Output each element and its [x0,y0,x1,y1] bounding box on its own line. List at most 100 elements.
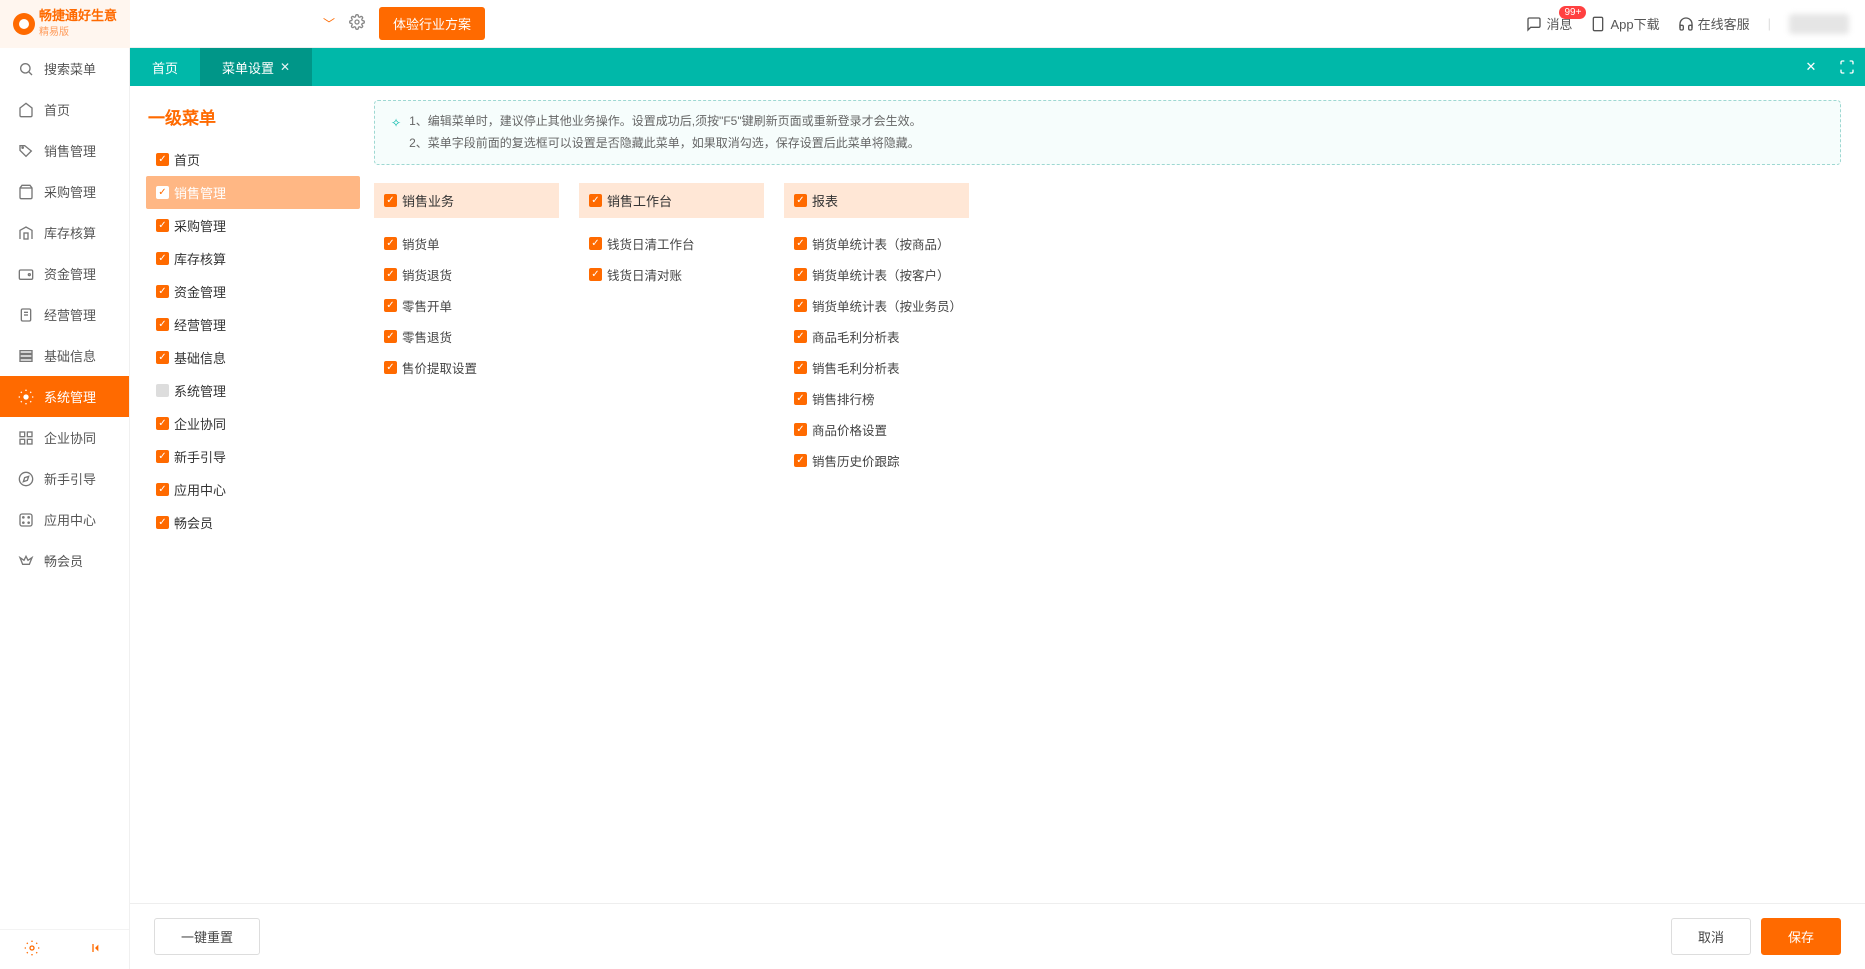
sidebar-item-9[interactable]: 企业协同 [0,417,129,458]
checkbox[interactable] [794,268,807,281]
tab-0[interactable]: 首页 [130,48,200,86]
checkbox[interactable] [156,351,169,364]
sidebar-item-2[interactable]: 销售管理 [0,130,129,171]
level1-item-label: 库存核算 [174,249,226,268]
menu-item-2-4[interactable]: 销售毛利分析表 [794,352,959,383]
save-button[interactable]: 保存 [1761,918,1841,955]
menu-item-0-4[interactable]: 售价提取设置 [384,352,549,383]
menu-item-label: 销售历史价跟踪 [812,451,900,470]
menu-item-2-2[interactable]: 销货单统计表（按业务员） [794,290,959,321]
sidebar-item-label: 经营管理 [44,305,96,324]
checkbox[interactable] [794,330,807,343]
sidebar-item-12[interactable]: 畅会员 [0,540,129,581]
sidebar-item-11[interactable]: 应用中心 [0,499,129,540]
menu-item-2-6[interactable]: 商品价格设置 [794,414,959,445]
brand-logo[interactable]: 畅捷通好生意 精易版 [0,0,130,48]
checkbox[interactable] [156,252,169,265]
group-title: 销售工作台 [607,191,672,210]
level1-item-9[interactable]: 新手引导 [146,440,360,473]
checkbox[interactable] [384,194,397,207]
sidebar-item-7[interactable]: 基础信息 [0,335,129,376]
menu-item-1-0[interactable]: 钱货日清工作台 [589,228,754,259]
chevron-down-icon[interactable]: ﹀ [323,15,335,32]
checkbox[interactable] [794,361,807,374]
company-selector[interactable] [144,14,183,33]
level1-item-7[interactable]: 系统管理 [146,374,360,407]
checkbox[interactable] [156,417,169,430]
checkbox[interactable] [794,194,807,207]
menu-item-2-0[interactable]: 销货单统计表（按商品） [794,228,959,259]
checkbox[interactable] [384,330,397,343]
checkbox[interactable] [156,483,169,496]
menu-item-0-3[interactable]: 零售退货 [384,321,549,352]
industry-plan-button[interactable]: 体验行业方案 [379,7,485,40]
checkbox[interactable] [156,186,169,199]
sidebar-item-1[interactable]: 首页 [0,89,129,130]
level1-item-11[interactable]: 畅会员 [146,506,360,539]
checkbox[interactable] [384,237,397,250]
checkbox[interactable] [794,299,807,312]
menu-item-2-5[interactable]: 销售排行榜 [794,383,959,414]
checkbox[interactable] [794,392,807,405]
tab-1[interactable]: 菜单设置✕ [200,48,312,86]
menu-item-0-1[interactable]: 销货退货 [384,259,549,290]
level1-item-2[interactable]: 采购管理 [146,209,360,242]
level1-item-6[interactable]: 基础信息 [146,341,360,374]
left-sidebar: 搜索菜单首页销售管理采购管理库存核算资金管理经营管理基础信息系统管理企业协同新手… [0,48,130,969]
sidebar-item-6[interactable]: 经营管理 [0,294,129,335]
sidebar-item-3[interactable]: 采购管理 [0,171,129,212]
sidebar-item-10[interactable]: 新手引导 [0,458,129,499]
level1-item-8[interactable]: 企业协同 [146,407,360,440]
checkbox[interactable] [156,219,169,232]
checkbox[interactable] [384,361,397,374]
level1-item-10[interactable]: 应用中心 [146,473,360,506]
fullscreen-icon[interactable] [1829,48,1865,86]
messages-button[interactable]: 消息 99+ [1526,14,1572,33]
checkbox[interactable] [156,285,169,298]
checkbox[interactable] [156,450,169,463]
cancel-button[interactable]: 取消 [1671,918,1751,955]
checkbox[interactable] [794,454,807,467]
level1-item-1[interactable]: 销售管理 [146,176,360,209]
settings-gear-icon[interactable] [349,14,365,33]
group-header[interactable]: 销售业务 [374,183,559,218]
user-avatar[interactable] [1789,14,1849,34]
checkbox[interactable] [384,268,397,281]
level1-item-label: 新手引导 [174,447,226,466]
checkbox[interactable] [156,318,169,331]
reset-button[interactable]: 一键重置 [154,918,260,955]
menu-item-2-7[interactable]: 销售历史价跟踪 [794,445,959,476]
sidebar-item-8[interactable]: 系统管理 [0,376,129,417]
menu-item-2-1[interactable]: 销货单统计表（按客户） [794,259,959,290]
menu-item-0-0[interactable]: 销货单 [384,228,549,259]
checkbox[interactable] [794,237,807,250]
app-download-button[interactable]: App下载 [1590,14,1659,33]
group-header[interactable]: 销售工作台 [579,183,764,218]
checkbox[interactable] [794,423,807,436]
sidebar-settings-icon[interactable] [24,940,40,959]
checkbox[interactable] [384,299,397,312]
checkbox[interactable] [156,153,169,166]
level1-item-4[interactable]: 资金管理 [146,275,360,308]
menu-item-label: 销售排行榜 [812,389,875,408]
level1-item-label: 采购管理 [174,216,226,235]
close-icon[interactable]: ✕ [280,60,290,74]
online-support-button[interactable]: 在线客服 [1678,14,1750,33]
menu-item-2-3[interactable]: 商品毛利分析表 [794,321,959,352]
menu-item-1-1[interactable]: 钱货日清对账 [589,259,754,290]
level1-item-5[interactable]: 经营管理 [146,308,360,341]
sidebar-collapse-icon[interactable] [89,940,105,959]
sidebar-item-5[interactable]: 资金管理 [0,253,129,294]
sidebar-item-4[interactable]: 库存核算 [0,212,129,253]
menu-item-0-2[interactable]: 零售开单 [384,290,549,321]
tab-close-all-icon[interactable]: ✕ [1793,48,1829,86]
level1-item-3[interactable]: 库存核算 [146,242,360,275]
checkbox[interactable] [589,237,602,250]
group-header[interactable]: 报表 [784,183,969,218]
checkbox[interactable] [156,384,169,397]
checkbox[interactable] [589,268,602,281]
checkbox[interactable] [589,194,602,207]
sidebar-item-0[interactable]: 搜索菜单 [0,48,129,89]
checkbox[interactable] [156,516,169,529]
level1-item-0[interactable]: 首页 [146,143,360,176]
